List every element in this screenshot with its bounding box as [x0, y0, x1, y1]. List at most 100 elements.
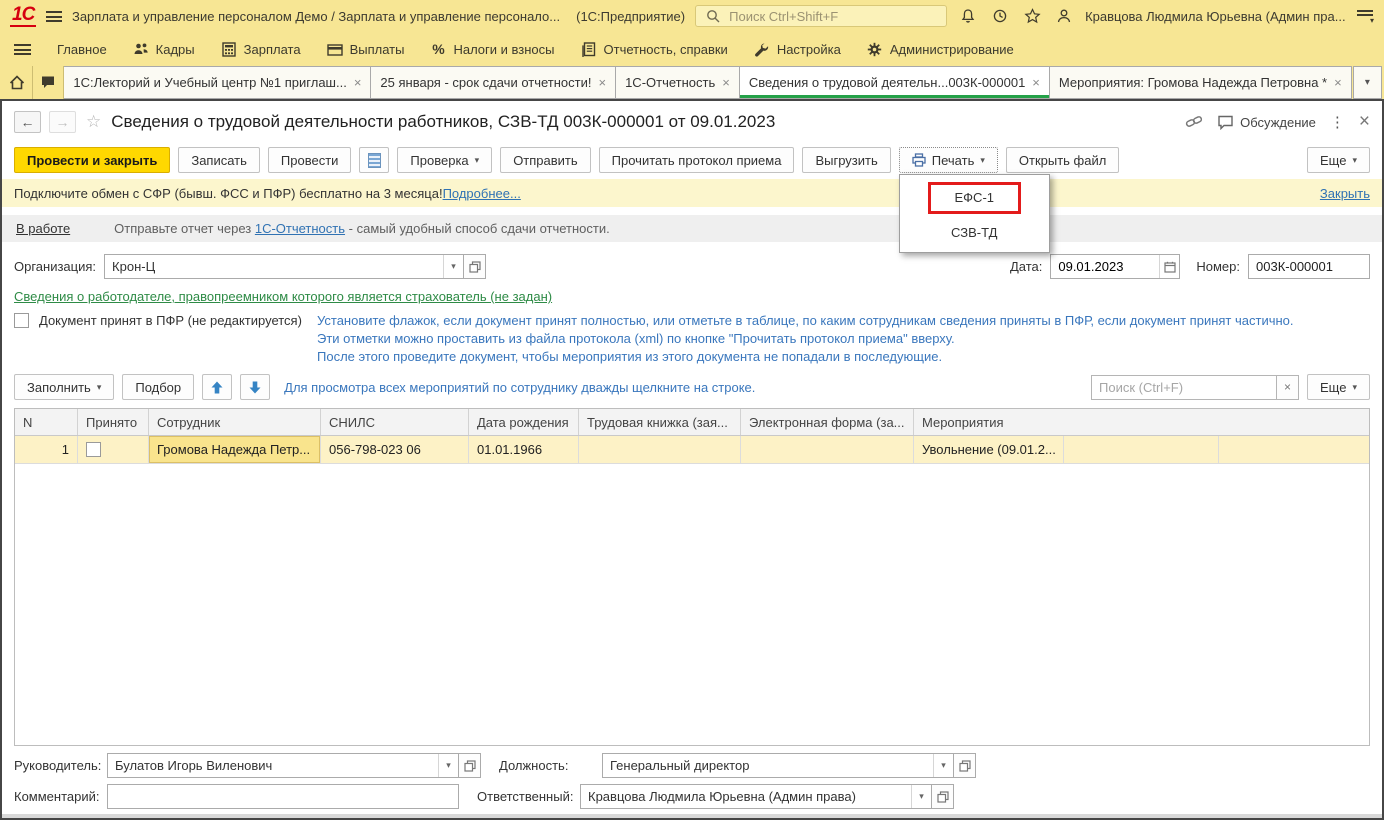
table-more-button[interactable]: Еще ▾	[1307, 374, 1370, 400]
clear-search-button[interactable]: ×	[1276, 374, 1300, 400]
more-options-kebab-icon[interactable]: ⋮	[1330, 113, 1345, 131]
history-icon[interactable]	[989, 5, 1011, 27]
notifications-bell-icon[interactable]	[957, 5, 979, 27]
favorite-star-icon[interactable]: ☆	[86, 112, 101, 132]
discussions-button[interactable]	[33, 66, 65, 99]
event-cell-2[interactable]	[1064, 436, 1219, 463]
position-open-button[interactable]	[953, 753, 976, 778]
post-and-close-button[interactable]: Провести и закрыть	[14, 147, 171, 173]
horizontal-scrollbar[interactable]	[2, 814, 1382, 818]
tab-lectures[interactable]: 1С:Лекторий и Учебный центр №1 приглаш..…	[64, 66, 372, 99]
row-accepted-checkbox[interactable]	[86, 442, 101, 457]
column-header[interactable]: N	[15, 409, 78, 435]
post-button[interactable]: Провести	[267, 147, 352, 173]
responsible-combo[interactable]: Кравцова Людмила Юрьевна (Админ права) ▾	[580, 784, 932, 809]
menu-item-taxes[interactable]: % Налоги и взносы	[430, 41, 554, 57]
notice-close-link[interactable]: Закрыть	[1320, 186, 1370, 201]
date-field[interactable]	[1050, 254, 1181, 279]
position-combo[interactable]: Генеральный директор ▾	[602, 753, 954, 778]
tabs-overflow-button[interactable]: ▾	[1352, 66, 1382, 99]
column-header[interactable]: Дата рождения	[469, 409, 579, 435]
event-cell[interactable]: Увольнение (09.01.2...	[914, 436, 1064, 463]
close-window-icon[interactable]: ×	[1359, 111, 1370, 133]
window-options-icon[interactable]: ▾	[1356, 9, 1374, 24]
paper-book-cell[interactable]	[579, 436, 741, 463]
close-tab-icon[interactable]: ×	[1334, 75, 1342, 90]
column-header[interactable]: Электронная форма (за...	[741, 409, 914, 435]
read-protocol-button[interactable]: Прочитать протокол приема	[598, 147, 795, 173]
menu-item-main[interactable]: Главное	[57, 42, 107, 57]
employer-successor-link[interactable]: Сведения о работодателе, правопреемником…	[14, 289, 552, 304]
birthdate-cell[interactable]: 01.01.1966	[469, 436, 579, 463]
pfr-accepted-checkbox[interactable]	[14, 313, 29, 328]
close-tab-icon[interactable]: ×	[1032, 75, 1040, 90]
send-button[interactable]: Отправить	[500, 147, 591, 173]
global-search-input[interactable]	[729, 8, 941, 24]
responsible-open-button[interactable]	[931, 784, 954, 809]
calendar-icon[interactable]	[1159, 255, 1179, 278]
tab-deadline-news[interactable]: 25 января - срок сдачи отчетности! ×	[371, 66, 617, 99]
menu-item-reports[interactable]: Отчетность, справки	[581, 41, 728, 57]
manager-open-button[interactable]	[458, 753, 481, 778]
notice-more-link[interactable]: Подробнее...	[443, 186, 521, 201]
export-button[interactable]: Выгрузить	[802, 147, 891, 173]
status-1c-reporting-link[interactable]: 1С-Отчетность	[255, 221, 345, 236]
favorites-star-icon[interactable]	[1021, 5, 1043, 27]
snils-cell[interactable]: 056-798-023 06	[321, 436, 469, 463]
check-button[interactable]: Проверка ▾	[397, 147, 493, 173]
close-tab-icon[interactable]: ×	[598, 75, 606, 90]
organization-combo[interactable]: Крон-Ц ▾	[104, 254, 465, 279]
tab-events-gromova[interactable]: Мероприятия: Громова Надежда Петровна * ×	[1049, 66, 1352, 99]
chevron-down-icon[interactable]: ▾	[911, 785, 931, 808]
fill-button[interactable]: Заполнить ▾	[14, 374, 115, 400]
menu-item-payments[interactable]: Выплаты	[326, 41, 404, 57]
back-button[interactable]: ←	[14, 111, 41, 133]
table-row[interactable]: 1 Громова Надежда Петр... 056-798-023 06…	[15, 436, 1369, 464]
menu-item-hr[interactable]: Кадры	[133, 41, 195, 57]
home-button[interactable]	[2, 66, 34, 99]
chevron-down-icon[interactable]: ▾	[933, 754, 953, 777]
tab-1c-reporting[interactable]: 1С-Отчетность ×	[616, 66, 740, 99]
global-search[interactable]	[695, 5, 948, 27]
discussion-button[interactable]: Обсуждение	[1217, 115, 1316, 130]
forward-button[interactable]: →	[49, 111, 76, 133]
comment-input[interactable]	[107, 784, 459, 809]
close-tab-icon[interactable]: ×	[722, 75, 730, 90]
column-header[interactable]: Принято	[78, 409, 149, 435]
register-records-button[interactable]	[359, 147, 390, 173]
column-header[interactable]: Мероприятия	[914, 409, 1369, 435]
tab-szv-td-document[interactable]: Сведения о трудовой деятельн...003К-0000…	[739, 66, 1050, 99]
menu-item-administration[interactable]: Администрирование	[867, 41, 1014, 57]
save-button[interactable]: Записать	[178, 147, 260, 173]
user-icon[interactable]	[1053, 5, 1075, 27]
event-cell-3[interactable]	[1219, 436, 1369, 463]
chevron-down-icon[interactable]: ▾	[438, 754, 458, 777]
table-search[interactable]	[1091, 374, 1278, 400]
manager-combo[interactable]: Булатов Игорь Виленович ▾	[107, 753, 459, 778]
main-menu-icon[interactable]	[46, 10, 62, 22]
pick-button[interactable]: Подбор	[122, 374, 195, 400]
print-button[interactable]: Печать ▾ ЕФС-1 СЗВ-ТД	[898, 147, 1050, 253]
print-menu-item-szvtd[interactable]: СЗВ-ТД	[951, 217, 997, 249]
menu-item-settings[interactable]: Настройка	[754, 41, 841, 57]
status-state-link[interactable]: В работе	[16, 221, 70, 236]
close-tab-icon[interactable]: ×	[354, 75, 362, 90]
date-input[interactable]	[1051, 259, 1160, 274]
move-down-button[interactable]	[240, 374, 271, 400]
menu-item-salary[interactable]: Зарплата	[221, 41, 301, 57]
number-input[interactable]	[1248, 254, 1370, 279]
employee-cell[interactable]: Громова Надежда Петр...	[149, 436, 321, 463]
electronic-form-cell[interactable]	[741, 436, 914, 463]
current-user[interactable]: Кравцова Людмила Юрьевна (Админ пра...	[1085, 9, 1345, 24]
column-header[interactable]: СНИЛС	[321, 409, 469, 435]
more-button[interactable]: Еще ▾	[1307, 147, 1370, 173]
print-menu-item-efs1[interactable]: ЕФС-1	[955, 190, 995, 205]
move-up-button[interactable]	[202, 374, 233, 400]
sections-menu-icon[interactable]	[14, 43, 31, 55]
open-file-button[interactable]: Открыть файл	[1005, 147, 1120, 173]
chevron-down-icon[interactable]: ▾	[443, 255, 463, 278]
column-header[interactable]: Сотрудник	[149, 409, 321, 435]
table-search-input[interactable]	[1092, 379, 1277, 395]
column-header[interactable]: Трудовая книжка (зая...	[579, 409, 741, 435]
organization-open-button[interactable]	[463, 254, 487, 279]
